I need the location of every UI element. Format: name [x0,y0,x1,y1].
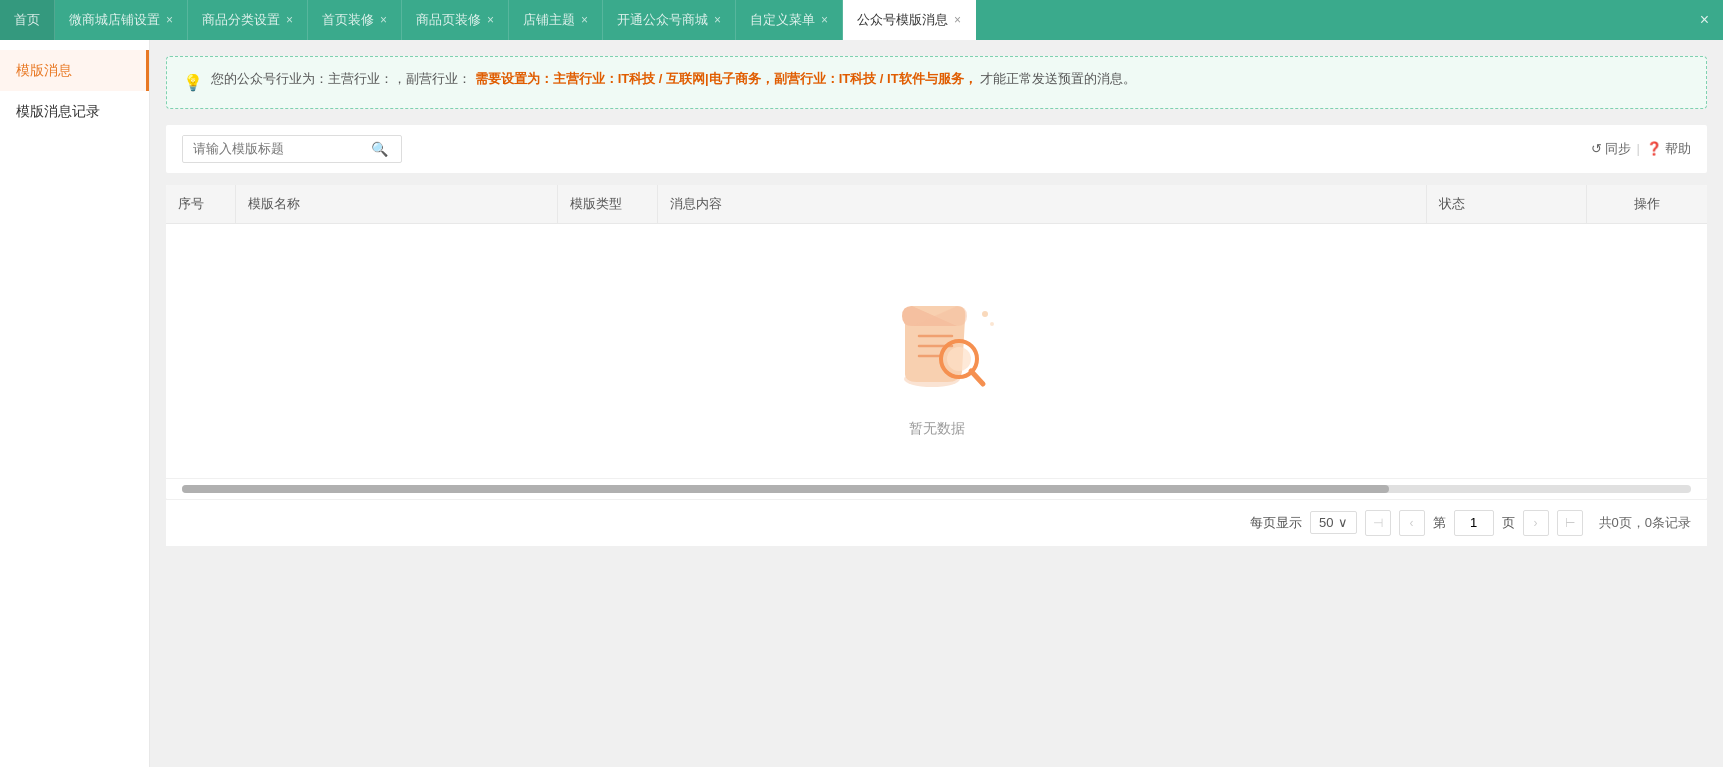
tab-label-weshop: 微商城店铺设置 [69,11,160,29]
tab-close-theme[interactable]: × [581,14,588,26]
help-button[interactable]: ❓ 帮助 [1646,140,1691,158]
sidebar-item-template-msg[interactable]: 模版消息 [0,50,149,91]
prev-page-button[interactable]: ‹ [1399,510,1425,536]
th-name: 模版名称 [236,185,558,223]
search-row: 🔍 ↺ 同步 | ❓ 帮助 [166,125,1707,173]
empty-state: 暂无数据 [166,224,1707,478]
th-seq: 序号 [166,185,236,223]
svg-line-6 [971,371,983,384]
page-number-input[interactable] [1454,510,1494,536]
chevron-down-icon: ∨ [1338,515,1348,530]
tab-label-home: 首页 [14,11,40,29]
tab-item-homepage[interactable]: 首页装修 × [308,0,402,40]
tab-label-homepage: 首页装修 [322,11,374,29]
scroll-track[interactable] [182,485,1691,493]
page-unit: 页 [1502,514,1515,532]
notice-highlight: 需要设置为：主营行业：IT科技 / 互联网|电子商务，副营行业：IT科技 / I… [475,71,977,86]
next-page-button[interactable]: › [1523,510,1549,536]
svg-point-8 [990,322,994,326]
sync-icon: ↺ [1591,141,1602,156]
tab-item-openmp[interactable]: 开通公众号商城 × [603,0,736,40]
notice-prefix: 您的公众号行业为：主营行业：，副营行业： [211,71,471,86]
global-close-button[interactable]: × [1686,11,1723,29]
help-label: 帮助 [1665,140,1691,158]
tab-label-custommenu: 自定义菜单 [750,11,815,29]
divider: | [1637,141,1640,156]
bulb-icon: 💡 [183,70,203,96]
scroll-bar-row [166,478,1707,499]
tab-close-homepage[interactable]: × [380,14,387,26]
tab-item-template[interactable]: 公众号模版消息 × [843,0,976,40]
tab-label-product: 商品页装修 [416,11,481,29]
tab-item-product[interactable]: 商品页装修 × [402,0,509,40]
tab-bar: 首页微商城店铺设置×商品分类设置×首页装修×商品页装修×店铺主题×开通公众号商城… [0,0,1723,40]
tab-close-category[interactable]: × [286,14,293,26]
table-header: 序号 模版名称 模版类型 消息内容 状态 操作 [166,185,1707,224]
th-status: 状态 [1427,185,1587,223]
pagination-row: 每页显示 50 ∨ ⊣ ‹ 第 页 › ⊢ 共0页，0条记录 [166,499,1707,546]
first-page-button[interactable]: ⊣ [1365,510,1391,536]
tab-close-custommenu[interactable]: × [821,14,828,26]
page-size-select[interactable]: 50 ∨ [1310,511,1356,534]
search-button[interactable]: 🔍 [363,136,396,162]
svg-point-5 [947,347,971,371]
search-input-wrap: 🔍 [182,135,402,163]
main-layout: 模版消息模版消息记录 💡 您的公众号行业为：主营行业：，副营行业： 需要设置为：… [0,40,1723,767]
th-content: 消息内容 [658,185,1427,223]
page-size-value: 50 [1319,515,1333,530]
tab-label-theme: 店铺主题 [523,11,575,29]
tab-label-category: 商品分类设置 [202,11,280,29]
tab-item-custommenu[interactable]: 自定义菜单 × [736,0,843,40]
tab-label-template: 公众号模版消息 [857,11,948,29]
tab-close-openmp[interactable]: × [714,14,721,26]
svg-point-7 [982,311,988,317]
last-page-button[interactable]: ⊢ [1557,510,1583,536]
th-type: 模版类型 [558,185,658,223]
tab-close-product[interactable]: × [487,14,494,26]
total-text: 共0页，0条记录 [1599,514,1691,532]
sync-button[interactable]: ↺ 同步 [1591,140,1631,158]
notice-suffix: 才能正常发送预置的消息。 [980,71,1136,86]
page-size-label: 每页显示 [1250,514,1302,532]
empty-text: 暂无数据 [909,420,965,438]
notice-text: 您的公众号行业为：主营行业：，副营行业： 需要设置为：主营行业：IT科技 / 互… [211,69,1136,90]
table-wrap: 序号 模版名称 模版类型 消息内容 状态 操作 [166,185,1707,499]
scroll-thumb [182,485,1389,493]
tab-item-home[interactable]: 首页 [0,0,55,40]
tab-label-openmp: 开通公众号商城 [617,11,708,29]
page-label: 第 [1433,514,1446,532]
empty-illustration [877,284,997,404]
sidebar: 模版消息模版消息记录 [0,40,150,767]
tab-item-theme[interactable]: 店铺主题 × [509,0,603,40]
notice-bar: 💡 您的公众号行业为：主营行业：，副营行业： 需要设置为：主营行业：IT科技 /… [166,56,1707,109]
tab-item-category[interactable]: 商品分类设置 × [188,0,308,40]
search-input[interactable] [183,136,363,161]
content-area: 💡 您的公众号行业为：主营行业：，副营行业： 需要设置为：主营行业：IT科技 /… [150,40,1723,767]
tab-close-weshop[interactable]: × [166,14,173,26]
search-actions: ↺ 同步 | ❓ 帮助 [1591,140,1691,158]
sync-label: 同步 [1605,140,1631,158]
tab-close-template[interactable]: × [954,14,961,26]
sidebar-item-template-record[interactable]: 模版消息记录 [0,91,149,132]
help-icon: ❓ [1646,141,1662,156]
th-action: 操作 [1587,185,1707,223]
tab-item-weshop[interactable]: 微商城店铺设置 × [55,0,188,40]
